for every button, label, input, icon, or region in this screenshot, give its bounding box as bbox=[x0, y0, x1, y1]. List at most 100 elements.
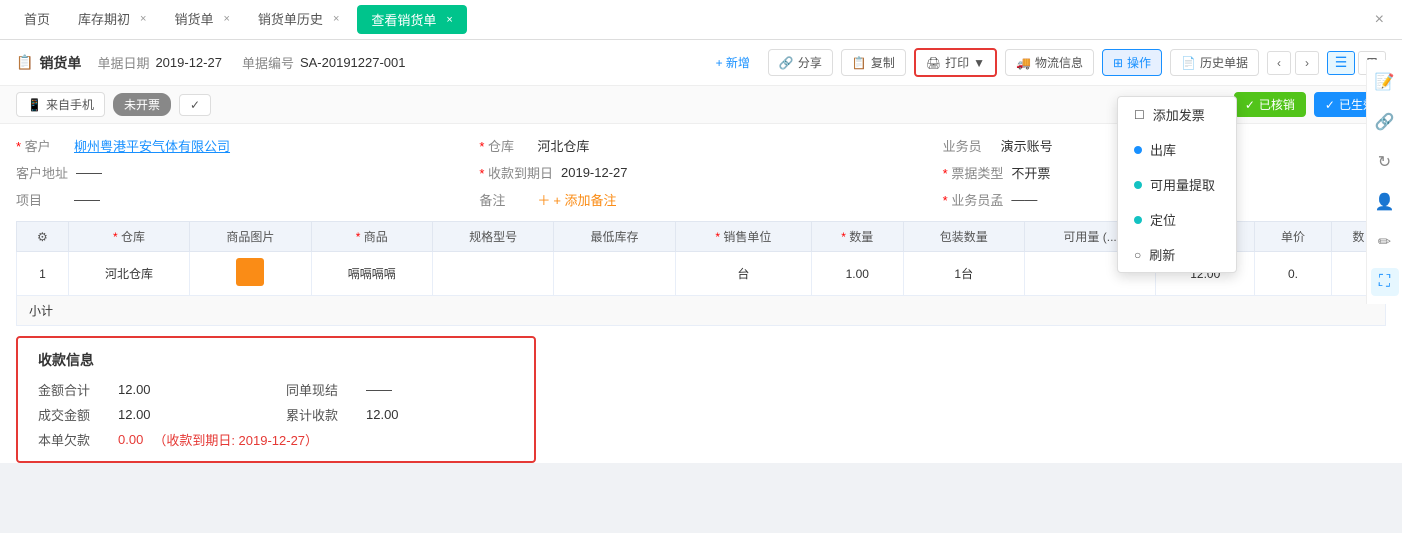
salesperson-label: 业务员 bbox=[943, 136, 993, 155]
cumulative-payment-value: 12.00 bbox=[366, 407, 399, 422]
customer-addr-label: 客户地址 bbox=[16, 163, 68, 182]
unchecked-label: 未开票 bbox=[124, 98, 160, 112]
col-sales-unit: * 销售单位 bbox=[675, 222, 811, 252]
settings-icon: ⚙ bbox=[37, 230, 48, 244]
right-panel-fullscreen[interactable]: ⛶ bbox=[1371, 268, 1399, 296]
cumulative-payment-label: 累计收款 bbox=[286, 405, 356, 424]
prev-button[interactable]: ‹ bbox=[1267, 51, 1291, 75]
dropdown-add-invoice-label: 添加发票 bbox=[1153, 105, 1205, 124]
print-button-label: 打印 bbox=[945, 54, 969, 71]
project-value: —— bbox=[74, 192, 100, 207]
dropdown-refresh[interactable]: ○ 刷新 bbox=[1118, 237, 1236, 272]
outstanding-value: 0.00 bbox=[118, 432, 143, 447]
same-order-label: 同单现结 bbox=[286, 380, 356, 399]
outstanding-label: 本单欠款 bbox=[38, 430, 108, 449]
tab-sales-order[interactable]: 销货单 × bbox=[160, 1, 243, 38]
cell-product-img bbox=[190, 252, 311, 296]
doc-date-value: 2019-12-27 bbox=[155, 55, 222, 70]
payment-info-box: 收款信息 金额合计 12.00 同单现结 —— 成交金额 12.00 累计收款 … bbox=[16, 336, 536, 463]
customer-addr-value: —— bbox=[76, 165, 102, 180]
tab-sales-order-history[interactable]: 销货单历史 × bbox=[244, 1, 353, 38]
list-view-button[interactable]: ☰ bbox=[1327, 51, 1355, 75]
share-button-label: 分享 bbox=[798, 54, 822, 71]
confirm-button[interactable]: ✓ bbox=[179, 94, 211, 116]
tab-inventory-init-close[interactable]: × bbox=[140, 13, 146, 25]
sales-manager-label: 业务员孟 bbox=[943, 190, 1004, 209]
doc-number-value: SA-20191227-001 bbox=[300, 55, 406, 70]
doc-title-text: 销货单 bbox=[39, 53, 81, 73]
ticket-type-value: 不开票 bbox=[1011, 163, 1050, 182]
dropdown-outbound[interactable]: 出库 bbox=[1118, 132, 1236, 167]
tab-inventory-init[interactable]: 库存期初 × bbox=[64, 1, 160, 38]
payment-date-row: 收款到期日 2019-12-27 bbox=[479, 163, 922, 182]
tab-view-sales-order-close[interactable]: × bbox=[446, 14, 452, 26]
tab-sales-order-history-close[interactable]: × bbox=[333, 13, 339, 25]
warehouse-label: 仓库 bbox=[479, 136, 529, 155]
col-settings[interactable]: ⚙ bbox=[17, 222, 69, 252]
right-panel-refresh[interactable]: ↻ bbox=[1371, 148, 1399, 176]
tab-view-sales-order[interactable]: 查看销货单 × bbox=[357, 5, 466, 34]
warehouse-value: 河北仓库 bbox=[537, 136, 589, 155]
tab-home[interactable]: 首页 bbox=[10, 1, 64, 38]
operations-button[interactable]: ⊞ 操作 bbox=[1102, 49, 1162, 76]
locate-dot-icon bbox=[1134, 216, 1142, 224]
col-product-img: 商品图片 bbox=[190, 222, 311, 252]
warehouse-row: 仓库 河北仓库 bbox=[479, 136, 922, 155]
payment-grid: 金额合计 12.00 同单现结 —— 成交金额 12.00 累计收款 12.00… bbox=[38, 380, 514, 449]
dropdown-available-pickup[interactable]: 可用量提取 bbox=[1118, 167, 1236, 202]
doc-title: 📋 销货单 bbox=[16, 53, 81, 73]
note-label: 备注 bbox=[479, 190, 529, 209]
print-button[interactable]: 🖨 打印 ▼ bbox=[914, 48, 997, 77]
doc-header: 📋 销货单 单据日期 2019-12-27 单据编号 SA-20191227-0… bbox=[0, 40, 1402, 86]
dropdown-locate[interactable]: 定位 bbox=[1118, 202, 1236, 237]
outbound-dot-icon bbox=[1134, 146, 1142, 154]
project-label: 项目 bbox=[16, 190, 66, 209]
cell-quantity: 1.00 bbox=[812, 252, 904, 296]
tab-home-label: 首页 bbox=[24, 9, 50, 28]
tab-sales-order-history-label: 销货单历史 bbox=[258, 9, 323, 28]
outstanding-note: （收款到期日: 2019-12-27） bbox=[153, 430, 318, 449]
toolbar-right: + 新增 🔗 分享 📋 复制 🖨 打印 ▼ 🚚 物流信息 bbox=[706, 48, 1386, 77]
cell-product: 嗝嗝嗝嗝 bbox=[311, 252, 432, 296]
verified-button[interactable]: ✓ 已核销 bbox=[1234, 92, 1306, 117]
customer-value[interactable]: 柳州粤港平安气体有限公司 bbox=[74, 136, 230, 155]
doc-icon: 📋 bbox=[16, 54, 33, 71]
logistics-button[interactable]: 🚚 物流信息 bbox=[1005, 49, 1094, 76]
print-icon: 🖨 bbox=[926, 56, 941, 70]
dropdown-outbound-label: 出库 bbox=[1150, 140, 1176, 159]
total-amount-label: 金额合计 bbox=[38, 380, 108, 399]
right-panel-edit[interactable]: ✏ bbox=[1371, 228, 1399, 256]
operations-dropdown: ☐ 添加发票 出库 可用量提取 定位 ○ 刷新 bbox=[1117, 96, 1237, 273]
tab-sales-order-close[interactable]: × bbox=[223, 13, 229, 25]
right-panel-link[interactable]: 🔗 bbox=[1371, 108, 1399, 136]
customer-row: 客户 柳州粤港平安气体有限公司 bbox=[16, 136, 459, 155]
total-amount-value: 12.00 bbox=[118, 382, 151, 397]
verified-icon: ✓ bbox=[1245, 98, 1255, 112]
window-close-button[interactable]: × bbox=[1367, 11, 1392, 29]
same-order-value: —— bbox=[366, 382, 392, 397]
tab-view-sales-order-label: 查看销货单 bbox=[371, 10, 436, 29]
doc-meta: 单据日期 2019-12-27 单据编号 SA-20191227-001 bbox=[97, 53, 405, 72]
col-pack-qty: 包装数量 bbox=[903, 222, 1024, 252]
share-button[interactable]: 🔗 分享 bbox=[768, 49, 833, 76]
right-panel-notes[interactable]: 📝 bbox=[1371, 68, 1399, 96]
next-button[interactable]: › bbox=[1295, 51, 1319, 75]
unchecked-button[interactable]: 未开票 bbox=[113, 93, 171, 116]
copy-button[interactable]: 📋 复制 bbox=[841, 49, 906, 76]
from-phone-button[interactable]: 📱 来自手机 bbox=[16, 92, 105, 117]
ticket-type-label: 票据类型 bbox=[943, 163, 1004, 182]
refresh-circle-icon: ○ bbox=[1134, 248, 1141, 262]
history-button[interactable]: 📄 历史单据 bbox=[1170, 49, 1259, 76]
total-amount-row: 金额合计 12.00 bbox=[38, 380, 266, 399]
outstanding-row: 本单欠款 0.00 （收款到期日: 2019-12-27） bbox=[38, 430, 514, 449]
tab-inventory-init-label: 库存期初 bbox=[78, 9, 130, 28]
add-note-button[interactable]: ＋ + 添加备注 bbox=[537, 190, 616, 209]
same-order-row: 同单现结 —— bbox=[286, 380, 514, 399]
dropdown-add-invoice[interactable]: ☐ 添加发票 bbox=[1118, 97, 1236, 132]
from-phone-label: 来自手机 bbox=[46, 96, 94, 113]
dropdown-refresh-label: 刷新 bbox=[1149, 245, 1175, 264]
doc-number-item: 单据编号 SA-20191227-001 bbox=[242, 53, 406, 72]
right-panel-user[interactable]: 👤 bbox=[1371, 188, 1399, 216]
new-button[interactable]: + 新增 bbox=[706, 50, 760, 75]
tab-sales-order-label: 销货单 bbox=[174, 9, 213, 28]
